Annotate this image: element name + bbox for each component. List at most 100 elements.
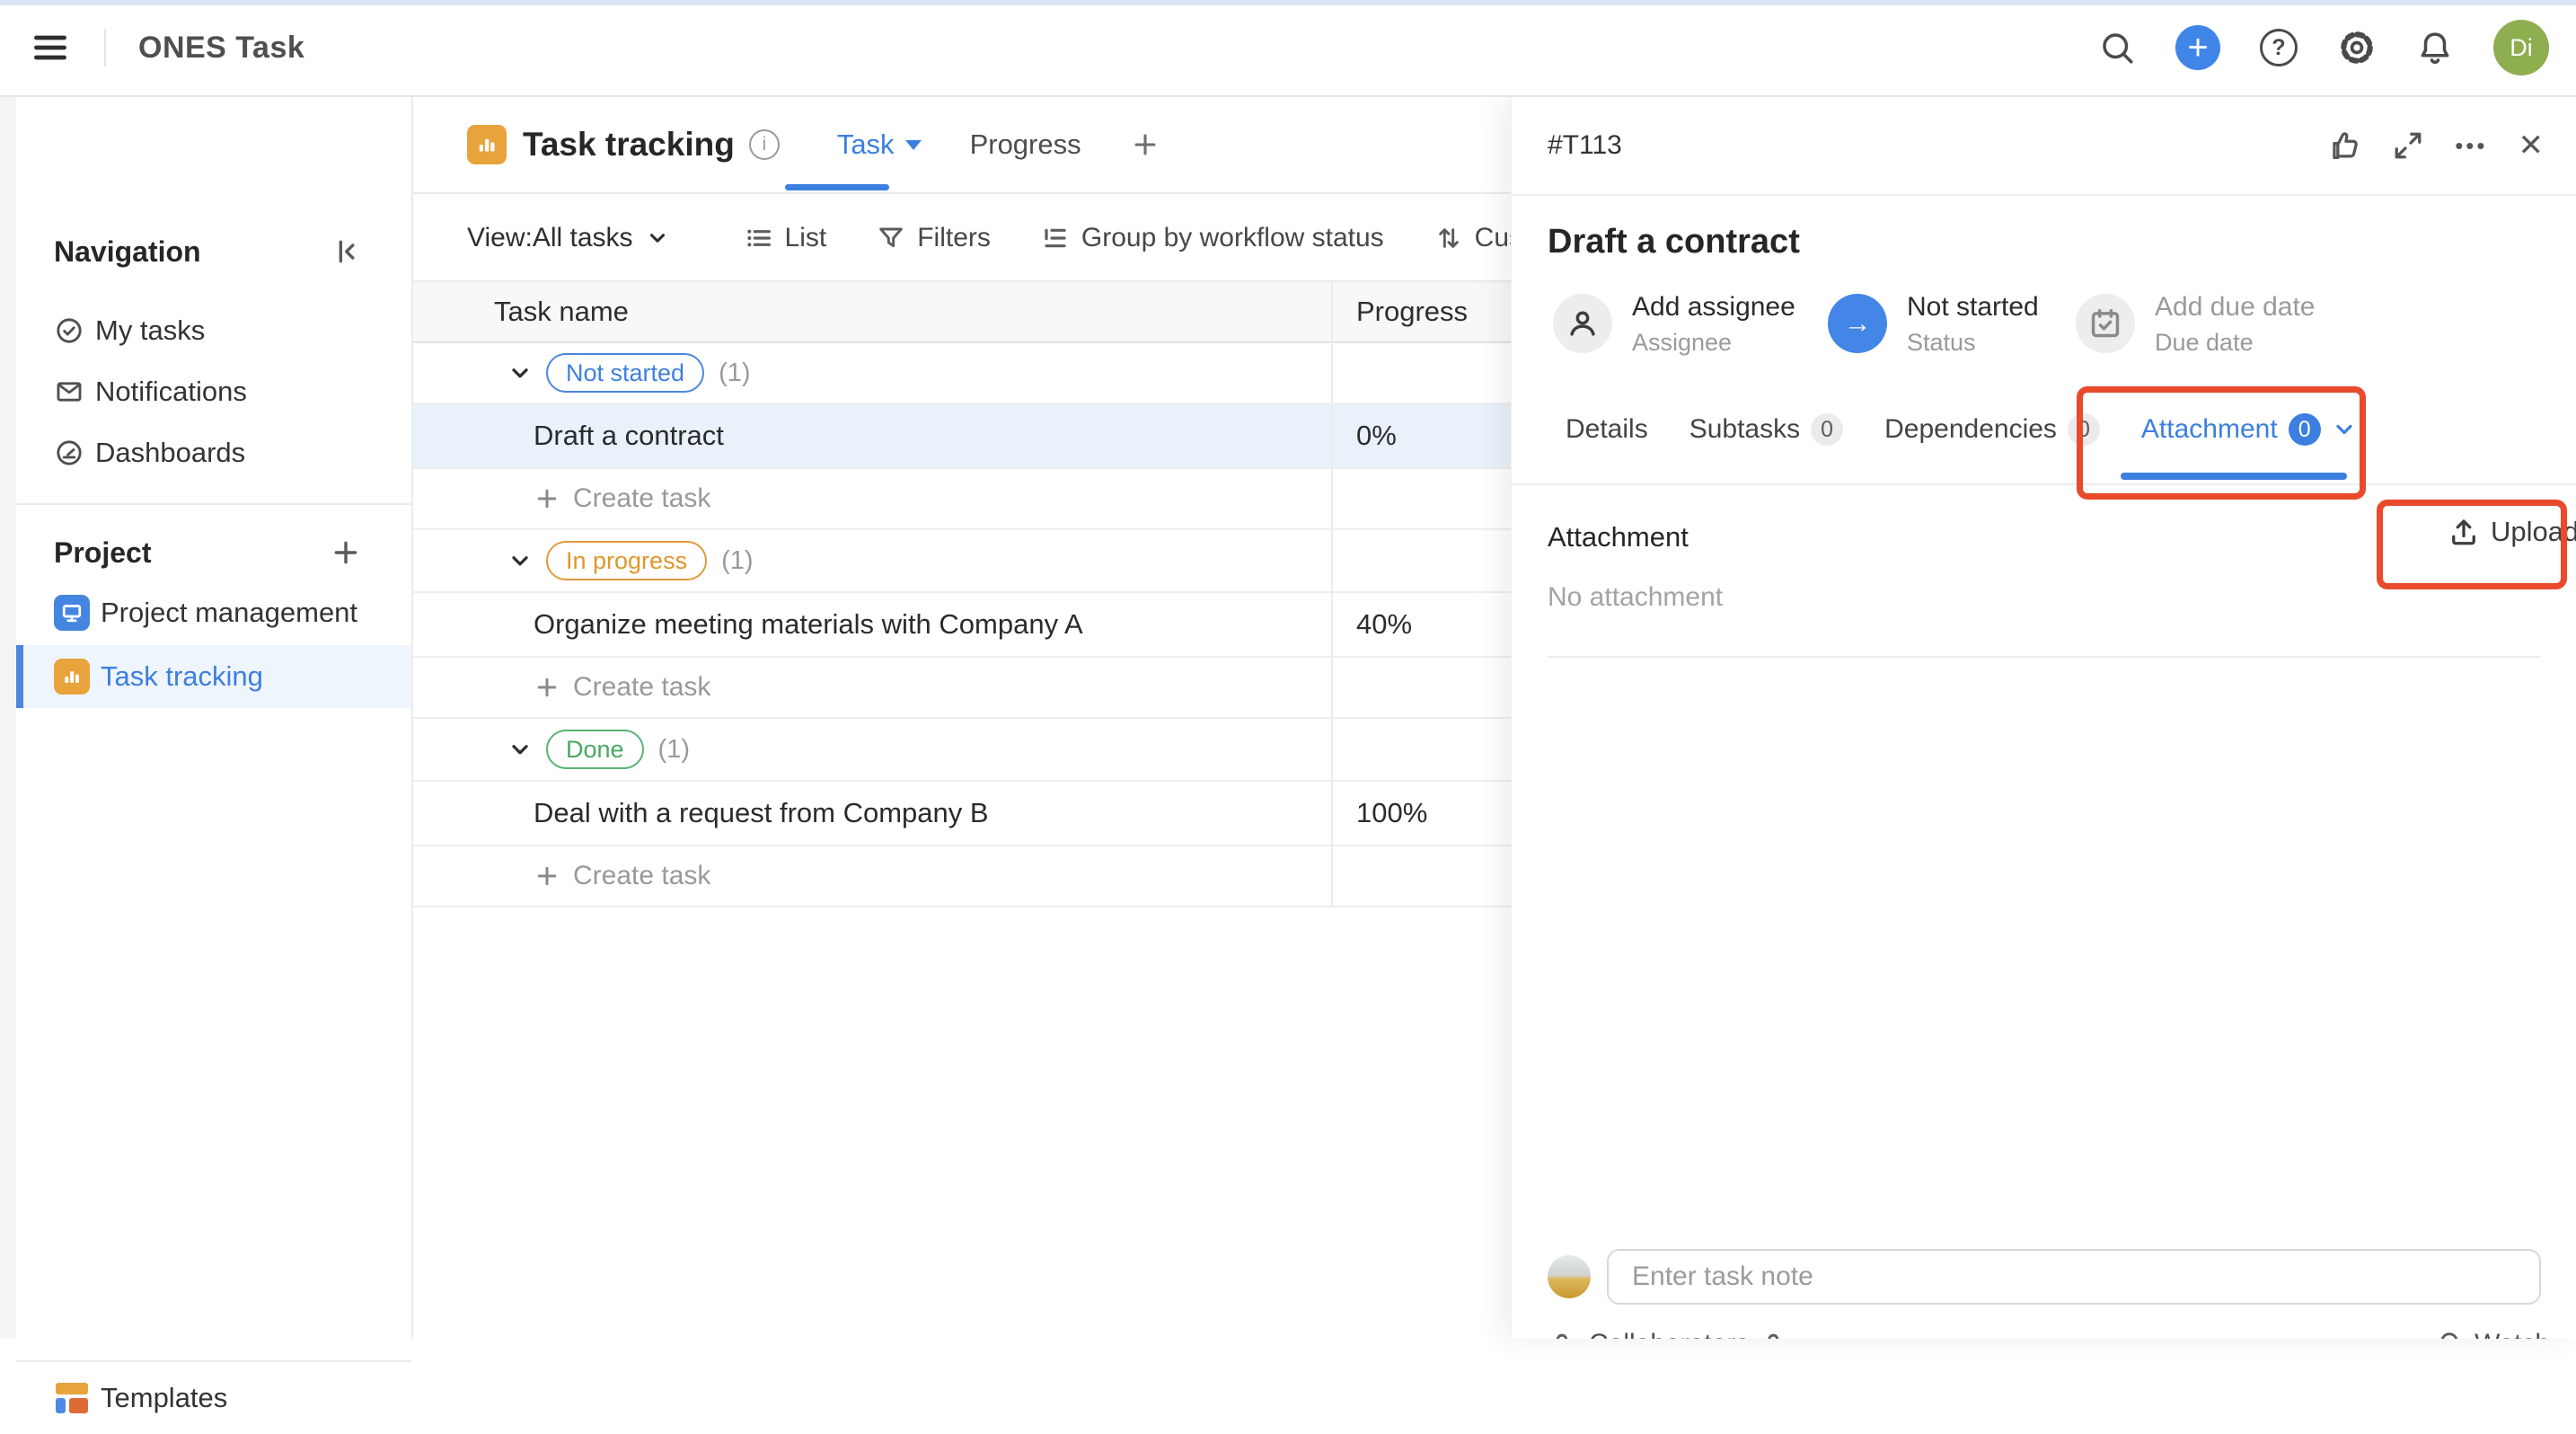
add-project-icon[interactable] [331,537,361,568]
expand-icon[interactable] [2392,129,2424,162]
envelope-icon [54,376,84,407]
due-date-field-label: Due date [2155,328,2254,356]
info-icon[interactable]: i [748,129,780,160]
tab-details[interactable]: Details [1566,414,1648,445]
upload-icon [2448,516,2480,548]
create-task-row[interactable]: Create task [413,846,1511,907]
hamburger-menu-icon[interactable] [31,28,70,67]
attachment-section-title: Attachment [1548,521,1689,553]
task-tracking-icon [54,659,90,695]
collapse-group-icon[interactable] [508,738,532,761]
more-actions-icon[interactable]: ••• [2455,134,2487,157]
task-detail-panel: #T113 ••• ✕ Draft a contract Add assigne… [1511,97,2576,1339]
task-progress: 40% [1356,608,1413,640]
topbar-divider [104,29,106,66]
chevron-down-icon [2336,424,2352,435]
main-content: Task tracking i Task Progress View:All t… [413,97,1511,1339]
task-name: Draft a contract [534,420,724,451]
status-arrow-icon: → [1828,294,1887,354]
attachment-divider [1548,656,2541,658]
sidebar-item-my-tasks[interactable]: My tasks [16,300,411,361]
status-value: Not started [1907,292,2039,322]
user-avatar[interactable]: Di [2493,20,2549,75]
add-person-icon[interactable] [1761,1330,1790,1339]
topbar: ONES Task + ? Di [0,0,2576,97]
create-task-row[interactable]: Create task [413,469,1511,530]
tab-task[interactable]: Task [837,128,922,161]
active-indicator-bar [16,645,23,708]
sidebar-item-label: Notifications [95,376,247,407]
sidebar-gutter [0,97,16,1339]
task-table: Not started (1) Draft a contract 0% Crea… [413,343,1511,907]
tab-subtasks[interactable]: Subtasks 0 [1689,413,1844,446]
plus-icon [534,863,560,890]
table-row[interactable]: Organize meeting materials with Company … [413,593,1511,658]
view-selector[interactable]: View:All tasks [467,223,669,253]
sidebar-item-notifications[interactable]: Notifications [16,361,411,422]
task-id: #T113 [1548,130,1622,160]
group-row-done: Done (1) [413,719,1511,782]
watch-control[interactable]: Watch [2435,1329,2550,1339]
person-icon [1548,1330,1576,1339]
gear-icon[interactable] [2337,28,2377,67]
collapse-group-icon[interactable] [508,549,532,572]
help-icon[interactable]: ? [2260,29,2298,66]
assignee-field-label: Assignee [1632,328,1733,356]
due-date-field[interactable]: Add due date Due date [2076,289,2316,358]
sidebar-item-label: Dashboards [95,437,246,468]
add-view-tab-icon[interactable] [1130,129,1160,160]
sidebar: Navigation My tasks Notifications Dashbo… [16,97,413,1413]
close-icon[interactable]: ✕ [2519,130,2545,161]
attachment-count-badge: 0 [2288,413,2321,446]
main-header: Task tracking i Task Progress [413,97,1511,194]
collaborators-control[interactable]: Collaborators [1548,1329,1790,1339]
like-icon[interactable] [2327,128,2361,163]
create-button[interactable]: + [2175,25,2220,70]
group-icon [1041,224,1070,252]
filters-button[interactable]: Filters [877,223,991,253]
calendar-icon [2076,294,2135,354]
task-note-input[interactable] [1607,1249,2541,1305]
table-row[interactable]: Draft a contract 0% [413,404,1511,469]
project-management-icon [54,595,90,631]
search-icon[interactable] [2098,29,2136,66]
custom-sort-button[interactable]: Custom s [1434,223,1511,253]
tab-dependencies[interactable]: Dependencies 0 [1884,413,2100,446]
sidebar-item-project-management[interactable]: Project management [16,582,411,643]
dependencies-count-badge: 0 [2067,413,2100,446]
navigation-header: Navigation [54,235,201,268]
status-badge: In progress [546,541,708,580]
column-header-task-name: Task name [494,296,629,327]
group-count: (1) [719,358,751,387]
project-section-header: Project [54,536,152,569]
table-header: Task name Progress [413,282,1511,343]
sidebar-item-task-tracking[interactable]: Task tracking [16,645,411,708]
no-attachment-text: No attachment [1548,582,1724,612]
sort-icon [1434,224,1463,252]
status-field[interactable]: → Not started Status [1828,289,2039,358]
collapse-sidebar-icon[interactable] [331,236,361,267]
table-row[interactable]: Deal with a request from Company B 100% [413,782,1511,846]
sidebar-item-templates[interactable]: Templates [16,1362,411,1434]
collapse-group-icon[interactable] [508,361,532,385]
group-by-button[interactable]: Group by workflow status [1041,223,1384,253]
bell-icon[interactable] [2416,29,2454,66]
upload-button[interactable]: Upload [2448,516,2576,548]
tabs-divider [1512,483,2576,485]
sidebar-item-label: Task tracking [101,660,263,692]
assignee-action-label: Add assignee [1632,292,1795,322]
page-title: Task tracking [523,126,735,163]
assignee-field[interactable]: Add assignee Assignee [1553,289,1795,358]
component-icon [467,125,507,164]
group-row-in-progress: In progress (1) [413,530,1511,593]
sidebar-item-label: Templates [101,1382,228,1413]
app-title: ONES Task [138,30,305,65]
tab-attachment[interactable]: Attachment 0 [2141,413,2357,446]
create-task-row[interactable]: Create task [413,658,1511,719]
tab-progress[interactable]: Progress [970,128,1081,161]
window-top-strip [0,0,2576,5]
sidebar-item-dashboards[interactable]: Dashboards [16,422,411,483]
sidebar-section-divider [16,503,411,505]
list-view-button[interactable]: List [745,223,826,253]
task-title: Draft a contract [1548,223,1800,261]
